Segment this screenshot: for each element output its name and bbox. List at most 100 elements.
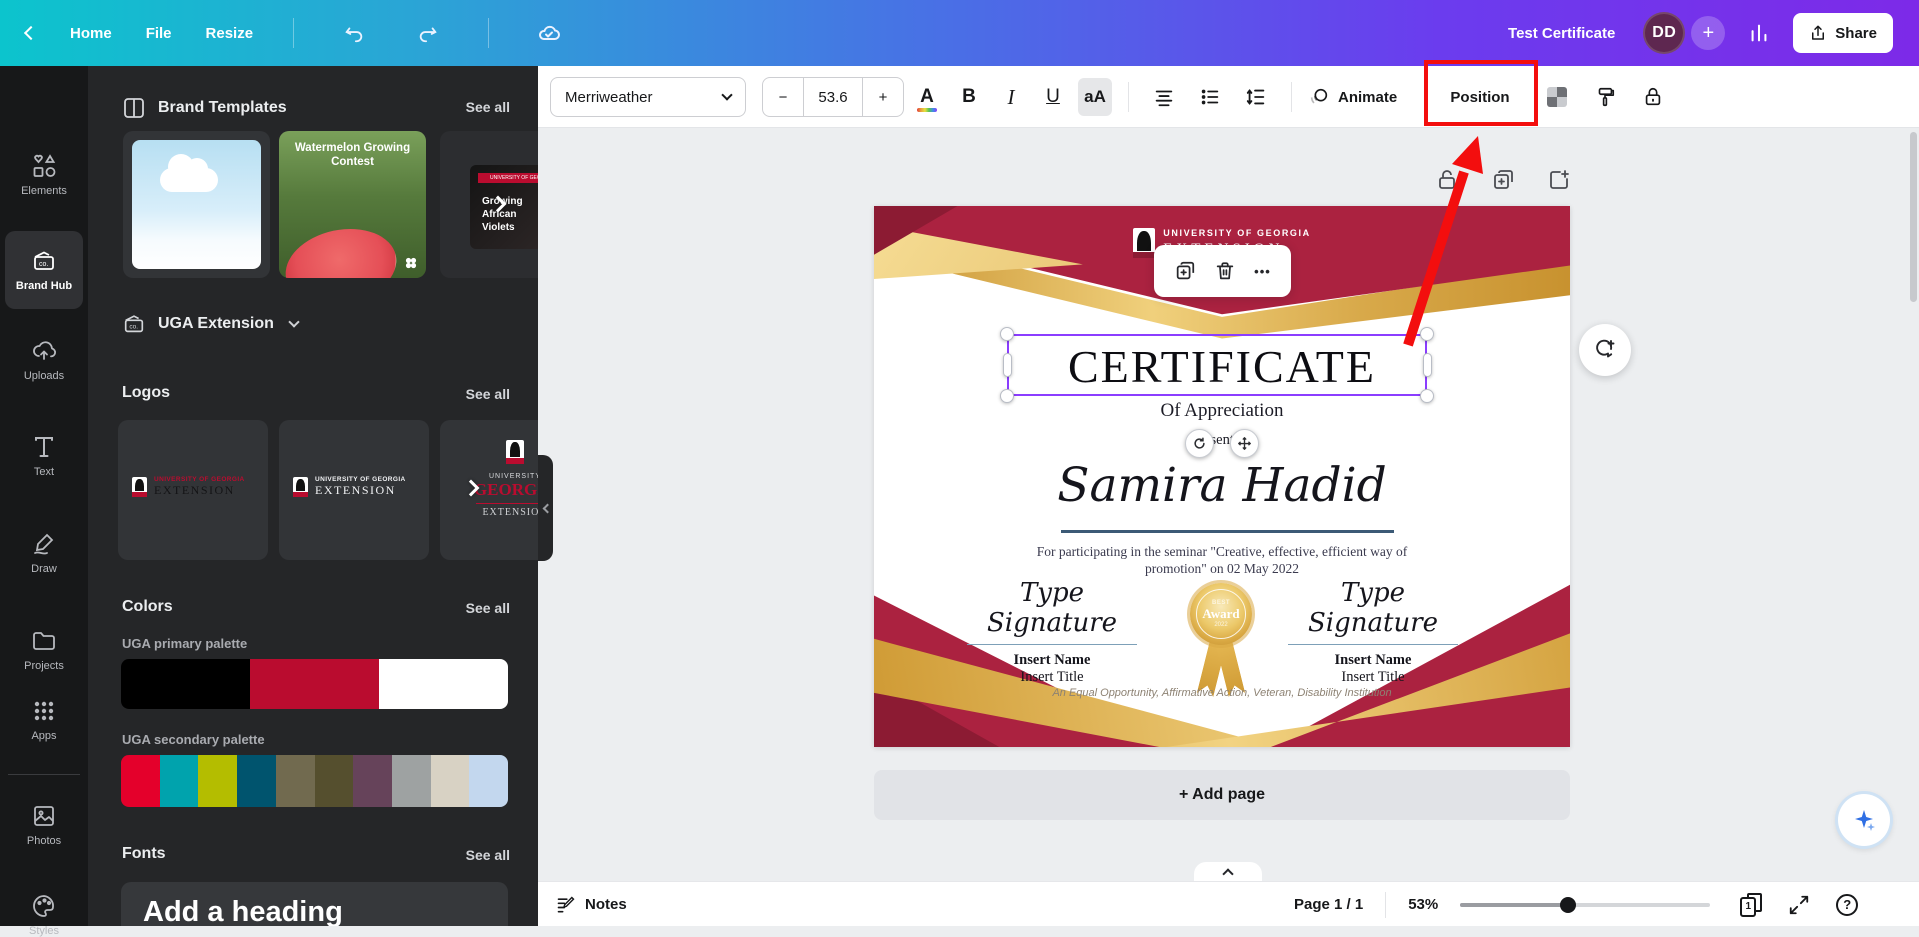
page-indicator[interactable]: Page 1 / 1 (1294, 896, 1363, 913)
present-to-text[interactable]: Present to: (874, 432, 1570, 449)
font-family-select[interactable]: Merriweather (550, 77, 746, 117)
sidebar-item-apps[interactable]: Apps (0, 698, 88, 742)
signature-block-left[interactable]: Type Signature Insert Name Insert Title (967, 578, 1137, 686)
primary-palette[interactable] (121, 659, 508, 709)
selection-box[interactable] (1007, 334, 1427, 396)
swatch[interactable] (160, 755, 199, 807)
signature-block-right[interactable]: Type Signature Insert Name Insert Title (1288, 578, 1458, 686)
more-options-button[interactable]: ••• (1254, 264, 1271, 279)
panel-collapse-handle[interactable] (538, 455, 553, 561)
zoom-slider[interactable] (1460, 903, 1710, 907)
template-card-violets[interactable]: UNIVERSITY OF GEORGIA EXTENSION Growing … (440, 131, 538, 278)
swatch[interactable] (276, 755, 315, 807)
swatch[interactable] (237, 755, 276, 807)
selection-handle-sw[interactable] (1000, 389, 1014, 403)
swatch[interactable] (250, 659, 379, 709)
back-icon[interactable] (24, 26, 38, 40)
copy-style-button[interactable] (1586, 78, 1624, 116)
alignment-button[interactable] (1145, 78, 1183, 116)
duplicate-icon[interactable] (1174, 260, 1196, 282)
lock-button[interactable] (1634, 78, 1672, 116)
font-sample-card[interactable]: Add a heading (121, 882, 508, 926)
text-color-button[interactable]: A (910, 78, 944, 116)
position-button[interactable]: Position (1432, 66, 1528, 128)
selection-handle-nw[interactable] (1000, 327, 1014, 341)
add-page-icon[interactable] (1547, 168, 1571, 192)
undo-icon[interactable] (334, 13, 374, 53)
selection-handle-ne[interactable] (1420, 327, 1434, 341)
animate-button[interactable]: Animate (1308, 86, 1397, 108)
certificate-footer[interactable]: An Equal Opportunity, Affirmative Action… (874, 687, 1570, 699)
selection-handle-w[interactable] (1003, 353, 1012, 377)
fullscreen-icon[interactable] (1788, 894, 1810, 916)
avatar[interactable]: DD (1643, 12, 1685, 54)
duplicate-page-icon[interactable] (1491, 168, 1515, 192)
redo-icon[interactable] (408, 13, 448, 53)
swatch[interactable] (121, 755, 160, 807)
logos-see-all[interactable]: See all (466, 386, 510, 402)
selection-handle-se[interactable] (1420, 389, 1434, 403)
font-size-decrease[interactable]: − (763, 78, 803, 116)
bold-button[interactable]: B (952, 78, 986, 116)
sidebar-item-uploads[interactable]: Uploads (0, 338, 88, 382)
underline-button[interactable]: U (1036, 78, 1070, 116)
font-size-value[interactable]: 53.6 (803, 78, 863, 116)
logo-card-vertical[interactable]: UNIVERSITY GEORGIA EXTENSION (440, 420, 538, 560)
scrollbar-thumb[interactable] (1910, 132, 1917, 302)
swatch[interactable] (431, 755, 470, 807)
best-award-badge[interactable]: BEST Award 2022 (1190, 583, 1252, 645)
sidebar-item-text[interactable]: Text (0, 434, 88, 478)
fonts-see-all[interactable]: See all (466, 847, 510, 863)
notes-button[interactable]: Notes (556, 882, 627, 927)
insights-icon[interactable] (1739, 13, 1779, 53)
canvas-scrollbar[interactable] (1910, 132, 1917, 877)
colors-see-all[interactable]: See all (466, 600, 510, 616)
spacing-button[interactable] (1237, 78, 1275, 116)
brand-kit-selector[interactable]: co. UGA Extension (122, 312, 298, 336)
list-button[interactable] (1191, 78, 1229, 116)
swatch[interactable] (121, 659, 250, 709)
file-menu[interactable]: File (146, 25, 172, 42)
swatch[interactable] (198, 755, 237, 807)
logo-card-color[interactable]: UNIVERSITY OF GEORGIA EXTENSION (118, 420, 268, 560)
add-member-button[interactable]: + (1691, 16, 1725, 50)
resize-menu[interactable]: Resize (206, 25, 254, 42)
design-canvas[interactable]: UNIVERSITY OF GEORGIA EXTENSION CERTIFIC… (538, 128, 1919, 881)
sidebar-item-elements[interactable]: Elements (0, 153, 88, 197)
logo-card-white[interactable]: UNIVERSITY OF GEORGIA EXTENSION (279, 420, 429, 560)
sidebar-item-projects[interactable]: Projects (0, 628, 88, 672)
move-handle[interactable] (1230, 429, 1259, 458)
zoom-slider-thumb[interactable] (1560, 897, 1576, 913)
delete-icon[interactable] (1214, 260, 1236, 282)
rotate-handle[interactable] (1185, 429, 1214, 458)
grid-view-button[interactable]: 1 (1740, 893, 1762, 917)
swatch[interactable] (392, 755, 431, 807)
certificate-body[interactable]: For participating in the seminar "Creati… (874, 543, 1570, 577)
italic-button[interactable]: I (994, 78, 1028, 116)
swatch[interactable] (469, 755, 508, 807)
font-size-increase[interactable]: + (863, 78, 903, 116)
sidebar-item-styles[interactable]: Styles (0, 893, 88, 937)
swatch[interactable] (379, 659, 508, 709)
templates-see-all[interactable]: See all (466, 99, 510, 115)
template-card-sky[interactable] (123, 131, 270, 278)
page-lock-icon[interactable] (1435, 168, 1459, 192)
swatch[interactable] (315, 755, 354, 807)
recipient-name[interactable]: Samira Hadid (874, 458, 1570, 513)
add-page-button[interactable]: + Add page (874, 770, 1570, 820)
sidebar-item-draw[interactable]: Draw (0, 531, 88, 575)
sidebar-item-photos[interactable]: Photos (0, 803, 88, 847)
sidebar-item-brand-hub[interactable]: co. Brand Hub (0, 248, 88, 292)
text-case-button[interactable]: aA (1078, 78, 1112, 116)
swatch[interactable] (353, 755, 392, 807)
help-button[interactable]: ? (1836, 894, 1858, 916)
template-card-watermelon[interactable]: Watermelon Growing Contest (279, 131, 426, 278)
comment-button[interactable] (1579, 324, 1631, 376)
certificate-subtitle[interactable]: Of Appreciation (874, 400, 1570, 422)
transparency-button[interactable] (1538, 78, 1576, 116)
share-button[interactable]: Share (1793, 13, 1893, 53)
document-title[interactable]: Test Certificate (1508, 25, 1615, 42)
collapse-bottom-bar[interactable] (1194, 862, 1262, 881)
home-button[interactable]: Home (70, 25, 112, 42)
selection-handle-e[interactable] (1423, 353, 1432, 377)
